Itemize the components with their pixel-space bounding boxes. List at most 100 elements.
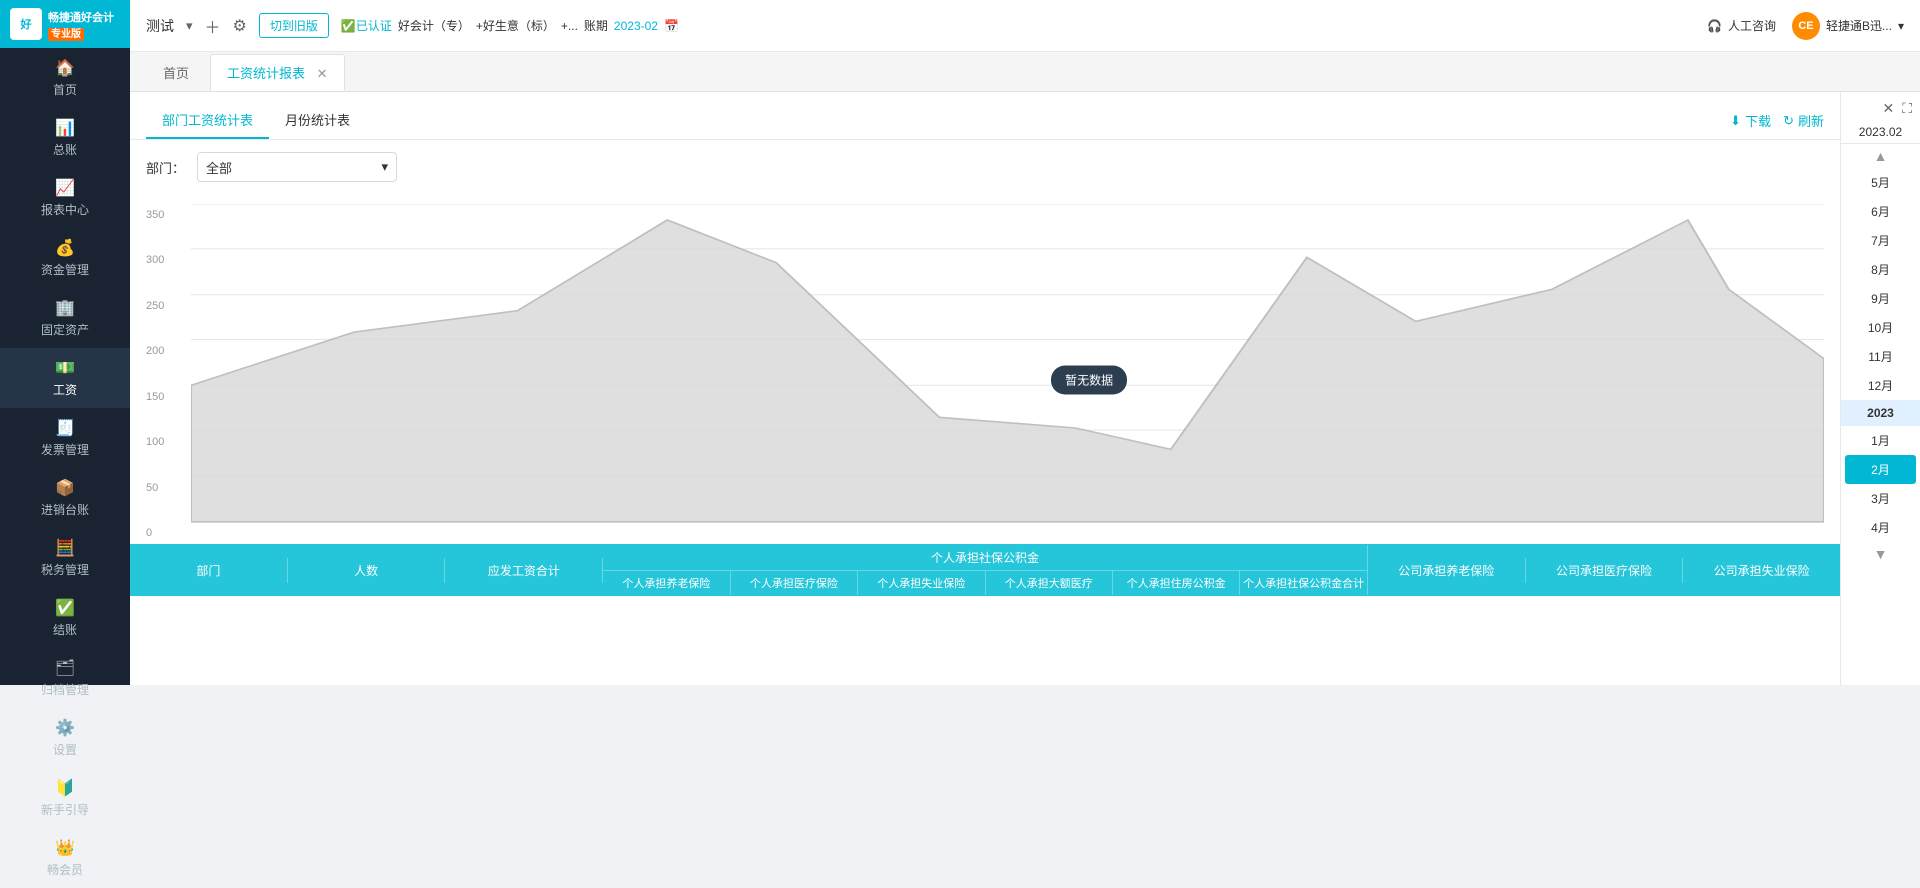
rp-month-12[interactable]: 12月 — [1841, 371, 1920, 400]
sidebar-item-label: 首页 — [53, 81, 77, 98]
th-company-medical: 公司承担医疗保险 — [1526, 558, 1684, 583]
certified-badge: ✅已认证 — [341, 17, 392, 34]
headset-icon: 🎧 — [1707, 19, 1722, 33]
settings-icon: ⚙️ — [55, 718, 75, 738]
sidebar-item-label: 进销台账 — [41, 501, 89, 518]
rp-month-3[interactable]: 3月 — [1841, 484, 1920, 513]
switch-old-btn[interactable]: 切到旧版 — [259, 13, 329, 38]
calendar-icon[interactable]: 📅 — [664, 19, 679, 33]
more-badge: +... — [561, 19, 578, 33]
assets-icon: 🏢 — [55, 298, 75, 318]
sidebar-nav: 🏠 首页 📊 总账 📈 报表中心 💰 资金管理 🏢 固定资产 💵 工资 🧾 发票… — [0, 48, 130, 888]
sidebar-item-funds[interactable]: 💰 资金管理 — [0, 228, 130, 288]
topbar-status: ✅已认证 好会计（专） +好生意（标） +... 账期 2023-02 📅 — [341, 17, 679, 34]
rp-month-5[interactable]: 5月 — [1841, 168, 1920, 197]
good-accounting-badge: 好会计（专） — [398, 17, 470, 34]
rp-prev-btn[interactable]: ▲ — [1841, 144, 1920, 168]
logo-text: 畅捷通好会计 专业版 — [48, 9, 114, 40]
rp-expand-btn[interactable]: ⛶ — [1902, 100, 1912, 117]
download-icon: ⬇ — [1730, 113, 1741, 129]
rp-month-2-active[interactable]: 2月 — [1845, 455, 1916, 484]
sub-actions: ⬇ 下载 ↻ 刷新 — [1730, 111, 1824, 130]
tab-close-icon[interactable]: ✕ — [317, 66, 328, 81]
right-date-panel: ✕ ⛶ 2023.02 ▲ 5月 6月 7月 8月 9月 10月 11月 12月… — [1840, 92, 1920, 685]
period-value: 2023-02 — [614, 19, 658, 33]
good-biz-badge: +好生意（标） — [476, 17, 555, 34]
rp-month-11[interactable]: 11月 — [1841, 342, 1920, 371]
download-action[interactable]: ⬇ 下载 — [1730, 111, 1771, 130]
sidebar-item-label: 资金管理 — [41, 261, 89, 278]
sub-tab-monthly[interactable]: 月份统计表 — [269, 102, 366, 139]
filter-bar: 部门： 全部 ▾ — [130, 140, 1840, 194]
chevron-down-icon: ▾ — [381, 159, 388, 175]
rp-year-section: 2023 — [1841, 400, 1920, 426]
line-chart — [191, 204, 1824, 524]
sidebar-item-label: 总账 — [53, 141, 77, 158]
sidebar-item-salary[interactable]: 💵 工资 — [0, 348, 130, 408]
vip-icon: 👑 — [55, 838, 75, 858]
table-header-bar: 部门 人数 应发工资合计 个人承担社保公积金 个人承担养老保险 — [130, 544, 1840, 596]
sidebar-item-settings[interactable]: ⚙️ 设置 — [0, 708, 130, 768]
rp-month-8[interactable]: 8月 — [1841, 255, 1920, 284]
sidebar-item-label: 发票管理 — [41, 441, 89, 458]
invoice-icon: 🧾 — [55, 418, 75, 438]
add-button[interactable]: ＋ — [205, 14, 221, 38]
salary-icon: 💵 — [55, 358, 75, 378]
logo-icon: 好 — [10, 8, 42, 40]
user-menu[interactable]: CE 轻捷通B迅... ▾ — [1792, 12, 1904, 40]
th-personal-total: 个人承担社保公积金合计 — [1240, 571, 1366, 595]
sidebar-item-guide[interactable]: 🔰 新手引导 — [0, 768, 130, 828]
support-link[interactable]: 🎧 人工咨询 — [1707, 17, 1776, 34]
checkout-icon: ✅ — [55, 598, 75, 618]
sidebar-item-label: 税务管理 — [41, 561, 89, 578]
chart-svg-container: 暂无数据 — [191, 204, 1824, 524]
guide-icon: 🔰 — [55, 778, 75, 798]
logo-sub: 专业版 — [48, 25, 114, 40]
funds-icon: 💰 — [55, 238, 75, 258]
purchase-icon: 📦 — [55, 478, 75, 498]
tab-salary-stats[interactable]: 工资统计报表 ✕ — [210, 54, 345, 91]
rp-month-9[interactable]: 9月 — [1841, 284, 1920, 313]
avatar: CE — [1792, 12, 1820, 40]
tab-home[interactable]: 首页 — [146, 54, 206, 91]
rp-month-1[interactable]: 1月 — [1841, 426, 1920, 455]
th-personal-unemployment: 个人承担失业保险 — [858, 571, 985, 595]
rp-month-10[interactable]: 10月 — [1841, 313, 1920, 342]
sidebar-item-vip[interactable]: 👑 畅会员 — [0, 828, 130, 888]
rp-month-4[interactable]: 4月 — [1841, 513, 1920, 542]
rp-year-2023[interactable]: 2023 — [1841, 400, 1920, 426]
th-group-cells: 个人承担养老保险 个人承担医疗保险 个人承担失业保险 个人承担大额医疗 — [603, 571, 1367, 595]
main-panel: 部门工资统计表 月份统计表 ⬇ 下载 ↻ 刷新 — [130, 92, 1840, 685]
sidebar-item-home[interactable]: 🏠 首页 — [0, 48, 130, 108]
sidebar-item-label: 新手引导 — [41, 801, 89, 818]
refresh-icon: ↻ — [1783, 113, 1794, 129]
sidebar-item-label: 畅会员 — [47, 861, 83, 878]
sidebar-item-tax[interactable]: 🧮 税务管理 — [0, 528, 130, 588]
topbar: 测试 ▾ ＋ ⚙ 切到旧版 ✅已认证 好会计（专） +好生意（标） +... 账… — [130, 0, 1920, 52]
th-personal-medical: 个人承担医疗保险 — [731, 571, 858, 595]
rp-year-label: 2023.02 — [1841, 121, 1920, 144]
sidebar-item-assets[interactable]: 🏢 固定资产 — [0, 288, 130, 348]
sidebar-item-checkout[interactable]: ✅ 结账 — [0, 588, 130, 648]
th-company-unemployment: 公司承担失业保险 — [1683, 558, 1840, 583]
dropdown-arrow[interactable]: ▾ — [186, 18, 193, 34]
gear-button[interactable]: ⚙ — [233, 16, 247, 36]
sidebar-item-ledger[interactable]: 📊 总账 — [0, 108, 130, 168]
th-company-pension: 公司承担养老保险 — [1368, 558, 1526, 583]
th-personal-pension: 个人承担养老保险 — [603, 571, 730, 595]
sidebar-item-reports[interactable]: 📈 报表中心 — [0, 168, 130, 228]
home-icon: 🏠 — [55, 58, 75, 78]
rp-close-btn[interactable]: ✕ — [1882, 100, 1894, 117]
refresh-action[interactable]: ↻ 刷新 — [1783, 111, 1824, 130]
tax-icon: 🧮 — [55, 538, 75, 558]
dept-filter-select[interactable]: 全部 ▾ — [197, 152, 397, 182]
y-axis: 350 300 250 200 150 100 50 0 — [146, 204, 186, 544]
sidebar-item-purchase[interactable]: 📦 进销台账 — [0, 468, 130, 528]
rp-month-6[interactable]: 6月 — [1841, 197, 1920, 226]
sub-tab-dept[interactable]: 部门工资统计表 — [146, 102, 269, 139]
rp-month-7[interactable]: 7月 — [1841, 226, 1920, 255]
th-total-salary: 应发工资合计 — [445, 558, 603, 583]
rp-next-btn[interactable]: ▼ — [1841, 542, 1920, 566]
sidebar-item-invoice[interactable]: 🧾 发票管理 — [0, 408, 130, 468]
sidebar-item-archive[interactable]: 🗂 归档管理 — [0, 648, 130, 708]
